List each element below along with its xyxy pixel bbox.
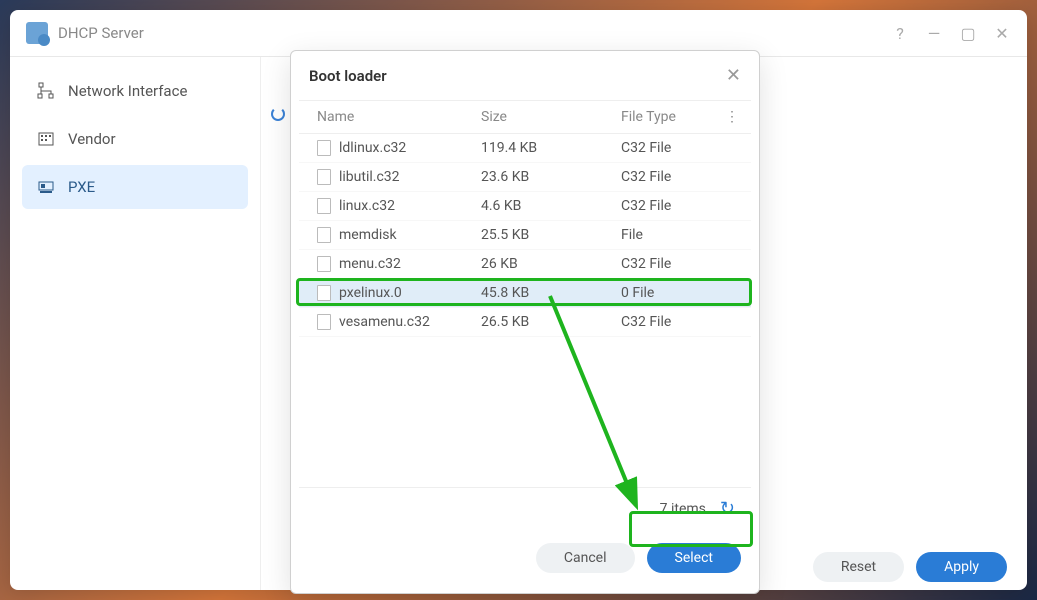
- file-name: libutil.c32: [339, 169, 400, 185]
- window-controls: ? — ▢ ✕: [891, 24, 1011, 42]
- dialog-header: Boot loader ✕: [291, 51, 759, 100]
- file-type: C32 File: [621, 169, 739, 185]
- file-type: C32 File: [621, 140, 739, 156]
- file-size: 4.6 KB: [481, 198, 621, 214]
- table-row[interactable]: vesamenu.c32 26.5 KBC32 File: [299, 308, 751, 337]
- file-icon: [317, 285, 331, 301]
- file-name: vesamenu.c32: [339, 314, 430, 330]
- file-type: File: [621, 227, 739, 243]
- file-name: ldlinux.c32: [339, 140, 406, 156]
- column-more-icon[interactable]: ⋮: [725, 109, 739, 125]
- sidebar: Network Interface Vendor PXE: [10, 57, 260, 590]
- sidebar-item-pxe[interactable]: PXE: [22, 165, 248, 209]
- table-row[interactable]: pxelinux.0 45.8 KB0 File: [299, 279, 751, 308]
- table-footer: 7 items ↻: [299, 487, 751, 527]
- file-size: 26.5 KB: [481, 314, 621, 330]
- sidebar-item-vendor[interactable]: Vendor: [22, 117, 248, 161]
- dialog-footer: Cancel Select: [291, 527, 759, 593]
- select-button[interactable]: Select: [647, 543, 741, 573]
- dialog-close-icon[interactable]: ✕: [726, 65, 741, 86]
- sidebar-item-label: Vendor: [68, 130, 116, 148]
- app-title: DHCP Server: [58, 24, 891, 42]
- sidebar-item-network-interface[interactable]: Network Interface: [22, 69, 248, 113]
- sidebar-item-label: PXE: [68, 178, 95, 196]
- item-count: 7 items: [660, 501, 706, 517]
- table-row[interactable]: menu.c32 26 KBC32 File: [299, 250, 751, 279]
- file-name: memdisk: [339, 227, 397, 243]
- dialog-title: Boot loader: [309, 67, 387, 85]
- column-name[interactable]: Name: [311, 109, 481, 125]
- footer-buttons: Reset Apply: [813, 552, 1007, 582]
- app-icon: [26, 22, 48, 44]
- file-name: menu.c32: [339, 256, 401, 272]
- pxe-icon: [36, 177, 56, 197]
- file-icon: [317, 140, 331, 156]
- maximize-icon[interactable]: ▢: [959, 24, 977, 42]
- file-icon: [317, 169, 331, 185]
- help-icon[interactable]: ?: [891, 24, 909, 42]
- network-icon: [36, 81, 56, 101]
- file-type: 0 File: [621, 285, 739, 301]
- file-size: 45.8 KB: [481, 285, 621, 301]
- minimize-icon[interactable]: —: [925, 24, 943, 42]
- file-size: 23.6 KB: [481, 169, 621, 185]
- table-row[interactable]: libutil.c32 23.6 KBC32 File: [299, 163, 751, 192]
- file-name: pxelinux.0: [339, 285, 402, 301]
- file-type: C32 File: [621, 314, 739, 330]
- table-row[interactable]: ldlinux.c32 119.4 KBC32 File: [299, 134, 751, 163]
- vendor-icon: [36, 129, 56, 149]
- table-row[interactable]: memdisk 25.5 KBFile: [299, 221, 751, 250]
- refresh-icon[interactable]: ↻: [720, 498, 735, 519]
- dialog-body: Name Size File Type ⋮ ldlinux.c32 119.4 K…: [291, 100, 759, 527]
- file-name: linux.c32: [339, 198, 395, 214]
- file-type: C32 File: [621, 256, 739, 272]
- file-icon: [317, 227, 331, 243]
- file-size: 119.4 KB: [481, 140, 621, 156]
- file-size: 25.5 KB: [481, 227, 621, 243]
- file-size: 26 KB: [481, 256, 621, 272]
- loading-spinner-icon: [271, 107, 285, 121]
- reset-button[interactable]: Reset: [813, 552, 904, 582]
- column-size[interactable]: Size: [481, 109, 621, 125]
- close-icon[interactable]: ✕: [993, 24, 1011, 42]
- file-icon: [317, 314, 331, 330]
- table-header: Name Size File Type ⋮: [299, 100, 751, 134]
- boot-loader-dialog: Boot loader ✕ Name Size File Type ⋮ ldli…: [290, 50, 760, 594]
- apply-button[interactable]: Apply: [916, 552, 1007, 582]
- table-row[interactable]: linux.c32 4.6 KBC32 File: [299, 192, 751, 221]
- file-icon: [317, 256, 331, 272]
- cancel-button[interactable]: Cancel: [536, 543, 635, 573]
- sidebar-item-label: Network Interface: [68, 82, 187, 100]
- file-icon: [317, 198, 331, 214]
- column-type[interactable]: File Type: [621, 109, 725, 125]
- file-type: C32 File: [621, 198, 739, 214]
